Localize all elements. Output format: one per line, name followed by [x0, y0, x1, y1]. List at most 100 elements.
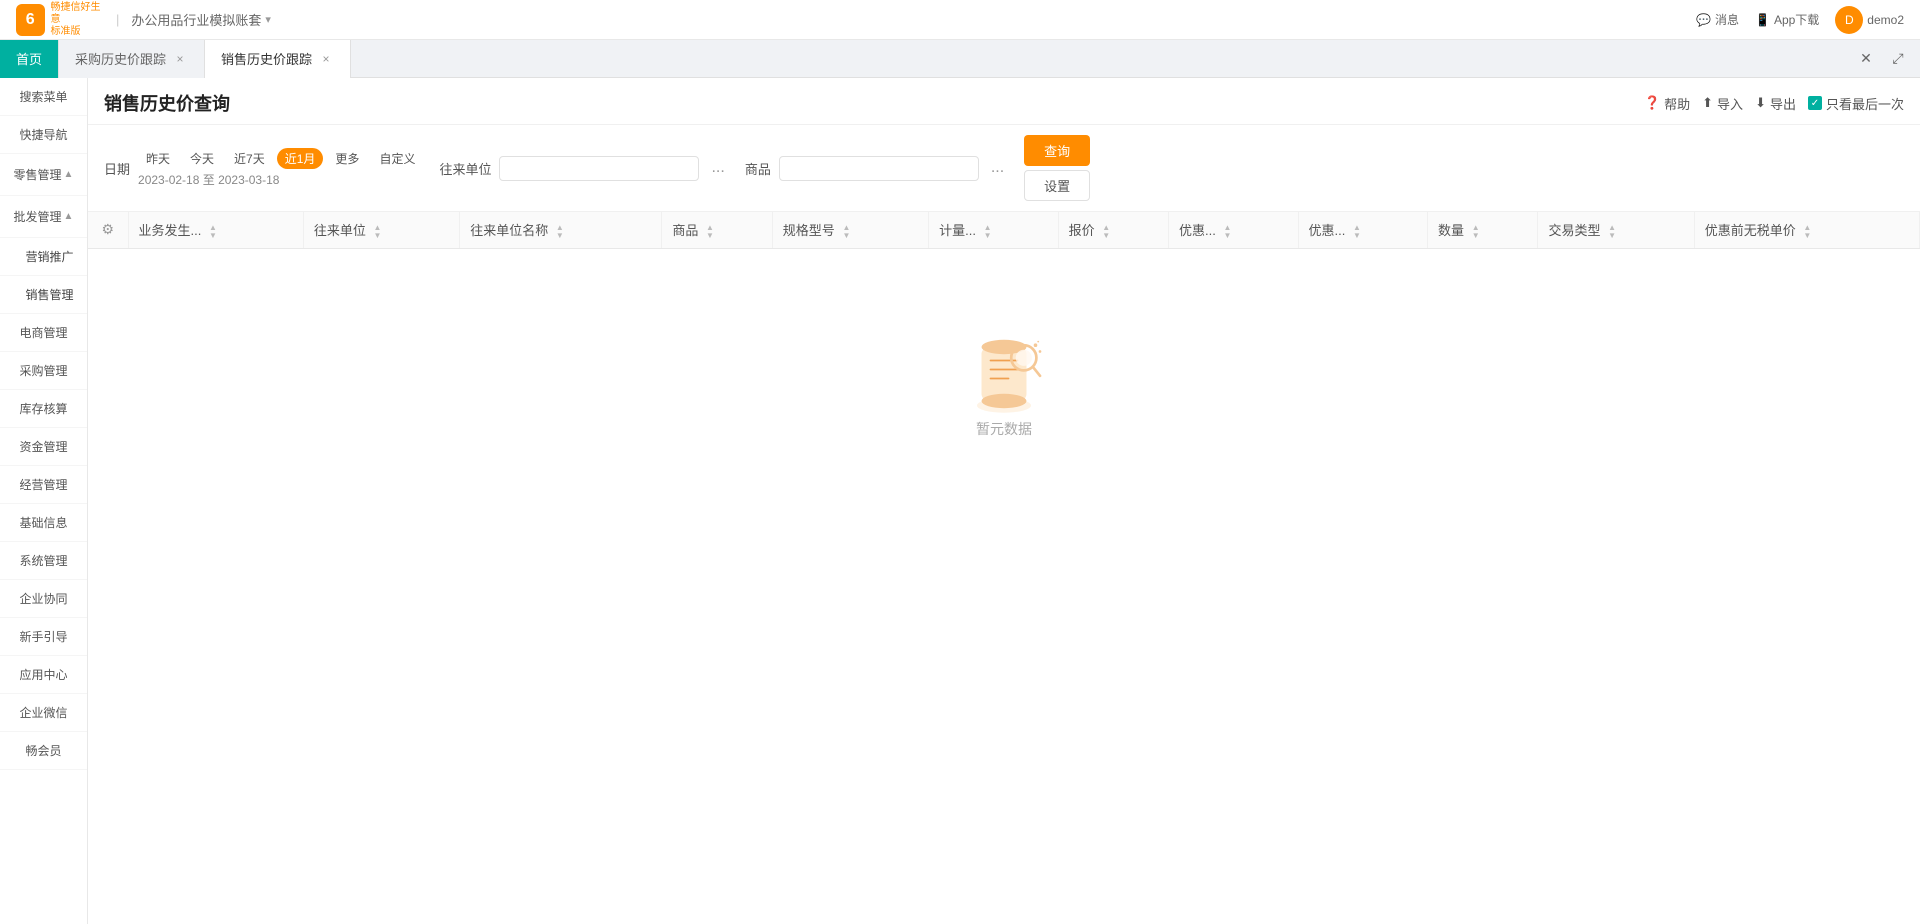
- sidebar-item-ecommerce-mgmt[interactable]: 电商管理: [0, 314, 87, 352]
- date-chip-last7days[interactable]: 近7天: [226, 148, 273, 169]
- date-chip-custom[interactable]: 自定义: [371, 148, 423, 169]
- export-button[interactable]: ⬇ 导出: [1755, 94, 1796, 113]
- sidebar-item-inventory-check[interactable]: 库存核算: [0, 390, 87, 428]
- col-unit[interactable]: 计量... ▲▼: [929, 212, 1059, 248]
- col-pretax-price[interactable]: 优惠前无税单价 ▲▼: [1694, 212, 1919, 248]
- col-discount1[interactable]: 优惠... ▲▼: [1169, 212, 1299, 248]
- date-chip-today[interactable]: 今天: [182, 148, 222, 169]
- sidebar-item-enterprise-wechat[interactable]: 企业微信: [0, 694, 87, 732]
- sidebar-label-inventory: 库存核算: [19, 400, 67, 417]
- filter-bar: 日期 昨天 今天 近7天 近1月 更多 自定义 2023-02-18 至 202…: [88, 125, 1920, 212]
- tab-purchase-label: 采购历史价跟踪: [75, 49, 166, 68]
- product-filter-input[interactable]: [779, 156, 979, 181]
- date-chip-last1month[interactable]: 近1月: [277, 148, 324, 169]
- tab-purchase-close[interactable]: ×: [172, 51, 188, 67]
- sort-partner-name: ▲▼: [556, 224, 564, 240]
- date-filter-group: 日期 昨天 今天 近7天 近1月 更多 自定义 2023-02-18 至 202…: [104, 148, 423, 188]
- header-right: 💬 消息 📱 App下载 D demo2: [1696, 6, 1904, 34]
- col-biz-date[interactable]: 业务发生... ▲▼: [128, 212, 303, 248]
- table-head: ⚙ 业务发生... ▲▼ 往来单位 ▲▼ 往来单位名称 ▲▼: [88, 212, 1920, 248]
- product-filter-dots: ...: [987, 159, 1008, 177]
- tab-sales-history[interactable]: 销售历史价跟踪 ×: [205, 40, 351, 78]
- tab-purchase-history[interactable]: 采购历史价跟踪 ×: [59, 40, 205, 78]
- sidebar-item-wholesale-mgmt[interactable]: 批发管理 ▲: [0, 196, 87, 238]
- tab-sales-label: 销售历史价跟踪: [221, 49, 312, 68]
- import-button[interactable]: ⬆ 导入: [1702, 94, 1743, 113]
- sidebar-item-enterprise-coop[interactable]: 企业协同: [0, 580, 87, 618]
- sort-discount2: ▲▼: [1353, 224, 1361, 240]
- table-header-row: ⚙ 业务发生... ▲▼ 往来单位 ▲▼ 往来单位名称 ▲▼: [88, 212, 1920, 248]
- empty-state: 暂元数据: [88, 249, 1920, 519]
- sidebar-label-basic-info: 基础信息: [19, 514, 67, 531]
- col-product[interactable]: 商品 ▲▼: [662, 212, 772, 248]
- col-quantity[interactable]: 数量 ▲▼: [1428, 212, 1538, 248]
- sidebar-item-search-menu[interactable]: 搜索菜单: [0, 78, 87, 116]
- sidebar-item-retail-mgmt[interactable]: 零售管理 ▲: [0, 154, 87, 196]
- partner-filter-input[interactable]: [499, 156, 699, 181]
- col-quote[interactable]: 报价 ▲▼: [1058, 212, 1168, 248]
- import-icon: ⬆: [1702, 95, 1713, 111]
- col-partner-code[interactable]: 往来单位 ▲▼: [303, 212, 459, 248]
- empty-text: 暂元数据: [976, 419, 1032, 439]
- main-layout: 搜索菜单 快捷导航 零售管理 ▲ 批发管理 ▲ 营销推广 销售管理 电商管理 采…: [0, 78, 1920, 924]
- workspace-title[interactable]: 办公用品行业模拟账套 ▾: [131, 10, 271, 29]
- sort-unit: ▲▼: [984, 224, 992, 240]
- sort-pretax-price: ▲▼: [1803, 224, 1811, 240]
- sidebar-label-enterprise-wechat: 企业微信: [19, 704, 67, 721]
- page-actions: ❓ 帮助 ⬆ 导入 ⬇ 导出 ✓ 只看最后一次: [1644, 94, 1904, 113]
- empty-illustration: [959, 329, 1049, 419]
- breadcrumb-divider: |: [116, 12, 119, 27]
- page-header: 销售历史价查询 ❓ 帮助 ⬆ 导入 ⬇ 导出 ✓ 只看最后一次: [88, 78, 1920, 125]
- col-partner-name[interactable]: 往来单位名称 ▲▼: [460, 212, 662, 248]
- date-filter-label: 日期: [104, 159, 130, 178]
- sidebar-item-operations-mgmt[interactable]: 经营管理: [0, 466, 87, 504]
- tab-sales-close[interactable]: ×: [318, 51, 334, 67]
- sort-trade-type: ▲▼: [1608, 224, 1616, 240]
- sidebar-item-purchase-mgmt[interactable]: 采购管理: [0, 352, 87, 390]
- sidebar-item-system-mgmt[interactable]: 系统管理: [0, 542, 87, 580]
- maximize-tab-btn[interactable]: ⤢: [1884, 45, 1912, 73]
- sidebar-label-purchase: 采购管理: [19, 362, 67, 379]
- logo-char: 6: [26, 11, 35, 29]
- message-button[interactable]: 💬 消息: [1696, 11, 1739, 28]
- sidebar-item-sales-mgmt[interactable]: 销售管理: [0, 276, 87, 314]
- sidebar-label-enterprise-coop: 企业协同: [19, 590, 67, 607]
- retail-mgmt-chevron: ▲: [64, 169, 74, 180]
- sort-quote: ▲▼: [1102, 224, 1110, 240]
- col-discount2[interactable]: 优惠... ▲▼: [1298, 212, 1428, 248]
- close-tab-btn[interactable]: ✕: [1852, 45, 1880, 73]
- data-table: ⚙ 业务发生... ▲▼ 往来单位 ▲▼ 往来单位名称 ▲▼: [88, 212, 1920, 249]
- sort-product: ▲▼: [706, 224, 714, 240]
- sidebar-label-app-center: 应用中心: [19, 666, 67, 683]
- sidebar-item-basic-info[interactable]: 基础信息: [0, 504, 87, 542]
- query-button[interactable]: 查询: [1024, 135, 1090, 166]
- date-chip-more[interactable]: 更多: [327, 148, 367, 169]
- date-chips: 昨天 今天 近7天 近1月 更多 自定义: [138, 148, 423, 169]
- sort-discount1: ▲▼: [1223, 224, 1231, 240]
- sidebar-item-new-user-guide[interactable]: 新手引导: [0, 618, 87, 656]
- help-button[interactable]: ❓ 帮助: [1644, 94, 1690, 113]
- col-trade-type[interactable]: 交易类型 ▲▼: [1538, 212, 1694, 248]
- settings-button[interactable]: 设置: [1024, 170, 1090, 201]
- sidebar-item-member[interactable]: 畅会员: [0, 732, 87, 770]
- filter-btn-group: 查询 设置: [1024, 135, 1090, 201]
- sidebar: 搜索菜单 快捷导航 零售管理 ▲ 批发管理 ▲ 营销推广 销售管理 电商管理 采…: [0, 78, 88, 924]
- col-spec[interactable]: 规格型号 ▲▼: [772, 212, 928, 248]
- col-settings-icon[interactable]: ⚙: [101, 221, 114, 237]
- sidebar-item-app-center[interactable]: 应用中心: [0, 656, 87, 694]
- app-download-button[interactable]: 📱 App下载: [1755, 11, 1819, 28]
- date-chip-yesterday[interactable]: 昨天: [138, 148, 178, 169]
- sidebar-item-marketing[interactable]: 营销推广: [0, 238, 87, 276]
- col-settings[interactable]: ⚙: [88, 212, 128, 248]
- sidebar-item-quick-nav[interactable]: 快捷导航: [0, 116, 87, 154]
- sidebar-item-finance-mgmt[interactable]: 资金管理: [0, 428, 87, 466]
- avatar: D: [1835, 6, 1863, 34]
- tab-home[interactable]: 首页: [0, 40, 59, 78]
- only-last-checkbox-icon: ✓: [1808, 96, 1822, 110]
- user-menu[interactable]: D demo2: [1835, 6, 1904, 34]
- logo-icon: 6: [16, 4, 45, 36]
- only-last-checkbox-label[interactable]: ✓ 只看最后一次: [1808, 94, 1904, 113]
- tab-bar: 首页 采购历史价跟踪 × 销售历史价跟踪 × ✕ ⤢: [0, 40, 1920, 78]
- table-wrapper: ⚙ 业务发生... ▲▼ 往来单位 ▲▼ 往来单位名称 ▲▼: [88, 212, 1920, 519]
- sort-quantity: ▲▼: [1472, 224, 1480, 240]
